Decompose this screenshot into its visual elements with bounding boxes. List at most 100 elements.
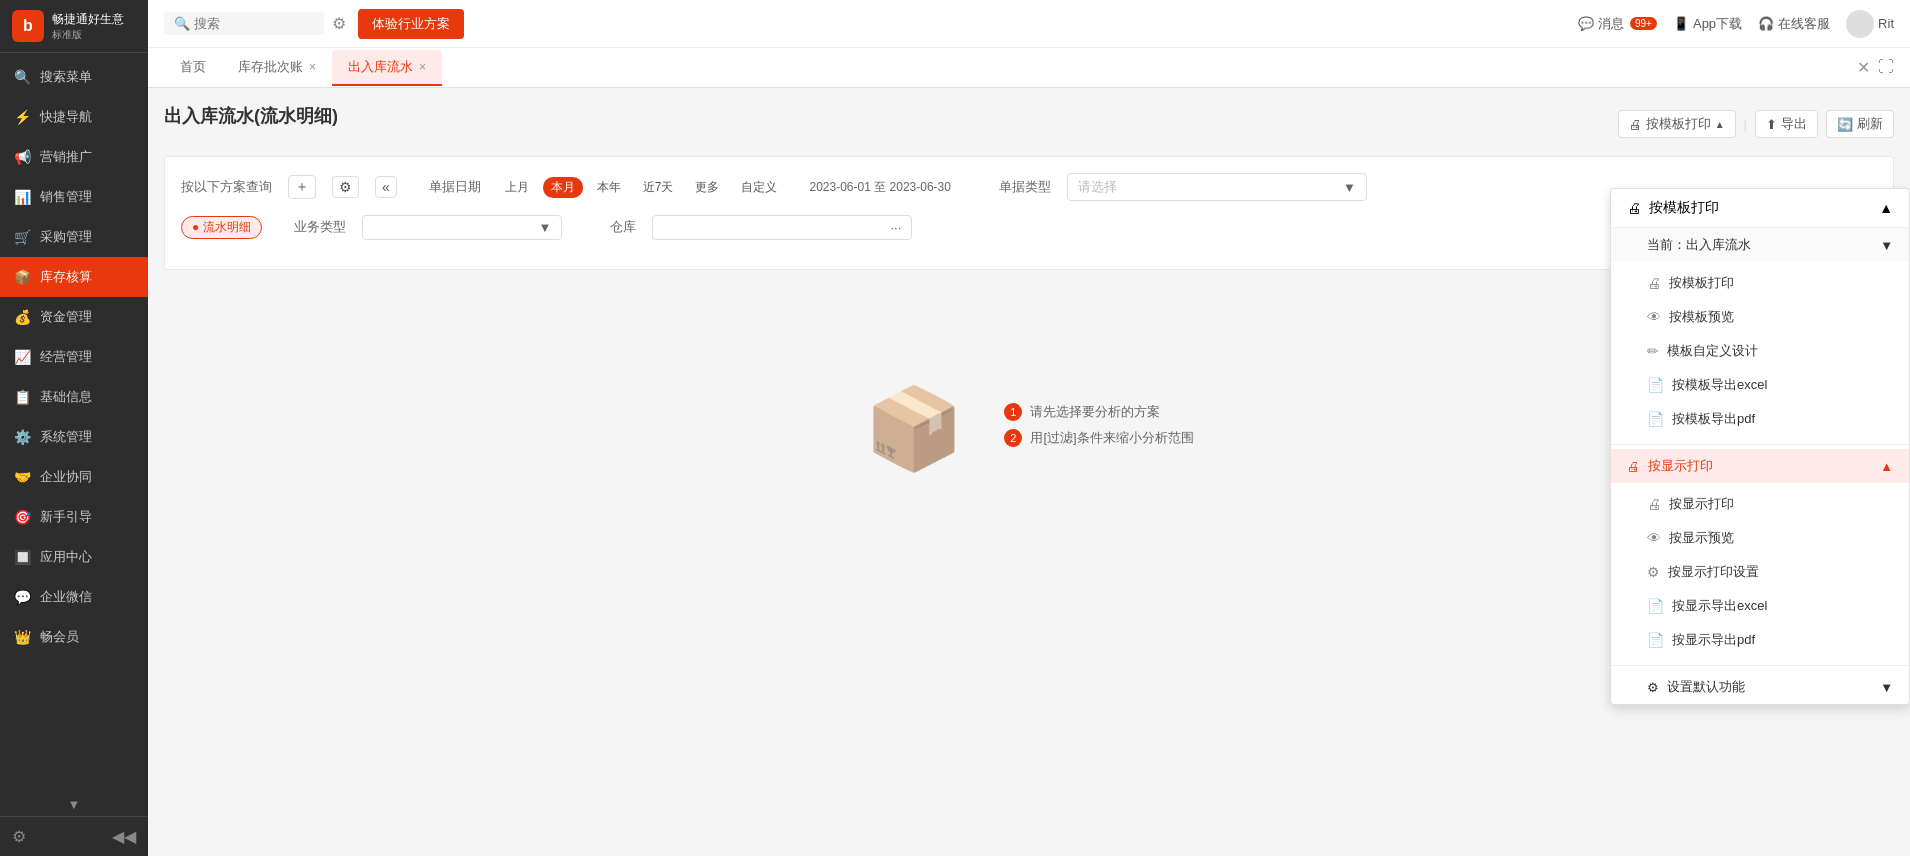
empty-step-1: 1 请先选择要分析的方案 — [1004, 403, 1193, 421]
date-opt-more[interactable]: 更多 — [687, 177, 727, 198]
sidebar: b 畅捷通好生意 标准版 🔍 搜索菜单 ⚡ 快捷导航 📢 营销推广 📊 销售管理… — [0, 0, 148, 856]
sidebar-item-sales[interactable]: 📊 销售管理 — [0, 177, 148, 217]
collab-icon: 🤝 — [12, 467, 32, 487]
collapse-filter-button[interactable]: « — [375, 176, 397, 198]
biz-type-select[interactable]: ▼ — [362, 215, 562, 240]
chevron-down-icon: ▼ — [1343, 180, 1356, 195]
chevron-up-icon: ▲ — [1715, 119, 1725, 130]
inventory-icon: 📦 — [12, 267, 32, 287]
online-service-button[interactable]: 🎧 在线客服 — [1758, 15, 1830, 33]
dropdown-display-print[interactable]: 🖨 按显示打印 — [1611, 487, 1909, 521]
warehouse-select[interactable]: ··· — [652, 215, 912, 240]
system-icon: ⚙️ — [12, 427, 32, 447]
message-icon: 💬 — [1578, 16, 1594, 31]
display-group-icon: 🖨 — [1627, 459, 1640, 474]
sidebar-item-marketing[interactable]: 📢 营销推广 — [0, 137, 148, 177]
sidebar-bottom: ⚙ ◀◀ — [0, 816, 148, 856]
dropdown-template-pdf[interactable]: 📄 按模板导出pdf — [1611, 402, 1909, 436]
settings-bottom-icon[interactable]: ⚙ — [12, 827, 26, 846]
add-filter-button[interactable]: ＋ — [288, 175, 316, 199]
sidebar-item-search[interactable]: 🔍 搜索菜单 — [0, 57, 148, 97]
sidebar-scroll-down[interactable]: ▼ — [0, 793, 148, 816]
sidebar-item-wechat[interactable]: 💬 企业微信 — [0, 577, 148, 617]
date-opt-thismonth[interactable]: 本月 — [543, 177, 583, 198]
refresh-icon: 🔄 — [1837, 117, 1853, 132]
maximize-window-icon[interactable]: ⛶ — [1878, 58, 1894, 77]
doc-type-select[interactable]: 请选择 ▼ — [1067, 173, 1367, 201]
tab-home[interactable]: 首页 — [164, 50, 222, 86]
sidebar-item-operations[interactable]: 📈 经营管理 — [0, 337, 148, 377]
guide-icon: 🎯 — [12, 507, 32, 527]
tab-batch[interactable]: 库存批次账 × — [222, 50, 332, 86]
sidebar-item-inventory[interactable]: 📦 库存核算 — [0, 257, 148, 297]
search-icon-topbar: 🔍 — [174, 16, 190, 31]
pdf-icon-2: 📄 — [1647, 632, 1664, 648]
settings-filter-button[interactable]: ⚙ — [332, 176, 359, 198]
headset-icon: 🎧 — [1758, 16, 1774, 31]
sidebar-item-finance[interactable]: 💰 资金管理 — [0, 297, 148, 337]
message-button[interactable]: 💬 消息 99+ — [1578, 15, 1657, 33]
dropdown-display-excel[interactable]: 📄 按显示导出excel — [1611, 589, 1909, 623]
warehouse-label: 仓库 — [610, 218, 636, 236]
print-icon-1: 🖨 — [1647, 275, 1661, 291]
date-opt-7days[interactable]: 近7天 — [635, 177, 682, 198]
finance-icon: 💰 — [12, 307, 32, 327]
quicknav-icon: ⚡ — [12, 107, 32, 127]
step-2-number: 2 — [1004, 429, 1022, 447]
dropdown-divider — [1611, 444, 1909, 445]
sidebar-item-quicknav[interactable]: ⚡ 快捷导航 — [0, 97, 148, 137]
chevron-up-dropdown-icon[interactable]: ▲ — [1879, 200, 1893, 216]
sidebar-logo: b 畅捷通好生意 标准版 — [0, 0, 148, 53]
printer-dropdown-icon: 🖨 — [1627, 200, 1641, 216]
gear-icon[interactable]: ⚙ — [332, 14, 346, 33]
date-opt-custom[interactable]: 自定义 — [733, 177, 785, 198]
main-area: 🔍 ⚙ 体验行业方案 💬 消息 99+ 📱 App下载 🎧 在线客服 Rit — [148, 0, 1910, 856]
chevron-down-current-icon: ▼ — [1880, 238, 1893, 253]
sidebar-item-purchase[interactable]: 🛒 采购管理 — [0, 217, 148, 257]
app-logo-icon: b — [12, 10, 44, 42]
default-icon: ⚙ — [1647, 680, 1659, 695]
filter-tag-icon: ● — [192, 220, 199, 234]
dropdown-display-group-header[interactable]: 🖨 按显示打印 ▲ — [1611, 449, 1909, 483]
filter-tag-detail[interactable]: ● 流水明细 — [181, 216, 262, 239]
trial-button[interactable]: 体验行业方案 — [358, 9, 464, 39]
sidebar-item-basic[interactable]: 📋 基础信息 — [0, 377, 148, 417]
dropdown-display-preview[interactable]: 👁 按显示预览 — [1611, 521, 1909, 555]
doc-type-label: 单据类型 — [999, 178, 1051, 196]
custom-icon: ✏ — [1647, 343, 1659, 359]
date-opt-lastmonth[interactable]: 上月 — [497, 177, 537, 198]
empty-step-2: 2 用[过滤]条件来缩小分析范围 — [1004, 429, 1193, 447]
dropdown-display-pdf[interactable]: 📄 按显示导出pdf — [1611, 623, 1909, 657]
sidebar-item-guide[interactable]: 🎯 新手引导 — [0, 497, 148, 537]
export-button[interactable]: ⬆ 导出 — [1755, 110, 1818, 138]
dropdown-template-preview[interactable]: 👁 按模板预览 — [1611, 300, 1909, 334]
close-window-icon[interactable]: ✕ — [1857, 58, 1870, 77]
search-bar[interactable]: 🔍 — [164, 12, 324, 35]
dropdown-display-settings[interactable]: ⚙ 按显示打印设置 — [1611, 555, 1909, 589]
app-download-button[interactable]: 📱 App下载 — [1673, 15, 1742, 33]
search-input[interactable] — [194, 16, 314, 31]
tab-flow-close[interactable]: × — [419, 60, 426, 74]
dropdown-template-custom[interactable]: ✏ 模板自定义设计 — [1611, 334, 1909, 368]
date-opt-thisyear[interactable]: 本年 — [589, 177, 629, 198]
dropdown-template-print[interactable]: 🖨 按模板打印 — [1611, 266, 1909, 300]
tab-batch-close[interactable]: × — [309, 60, 316, 74]
dropdown-header: 🖨 按模板打印 ▲ — [1611, 189, 1909, 228]
sidebar-item-collab[interactable]: 🤝 企业协同 — [0, 457, 148, 497]
dropdown-set-default[interactable]: ⚙ 设置默认功能 ▼ — [1611, 670, 1909, 704]
print-template-button[interactable]: 🖨 按模板打印 ▲ — [1618, 110, 1736, 138]
wechat-icon: 💬 — [12, 587, 32, 607]
sidebar-item-apps[interactable]: 🔲 应用中心 — [0, 537, 148, 577]
sidebar-item-member[interactable]: 👑 畅会员 — [0, 617, 148, 657]
sidebar-item-system[interactable]: ⚙️ 系统管理 — [0, 417, 148, 457]
tab-flow[interactable]: 出入库流水 × — [332, 50, 442, 86]
date-options: 上月 本月 本年 近7天 更多 自定义 — [497, 177, 786, 198]
chevron-up-group-icon: ▲ — [1880, 459, 1893, 474]
printer-icon: 🖨 — [1629, 117, 1642, 132]
user-avatar-area[interactable]: Rit — [1846, 10, 1894, 38]
step-1-number: 1 — [1004, 403, 1022, 421]
dropdown-template-excel[interactable]: 📄 按模板导出excel — [1611, 368, 1909, 402]
collapse-sidebar-icon[interactable]: ◀◀ — [112, 827, 136, 846]
refresh-button[interactable]: 🔄 刷新 — [1826, 110, 1894, 138]
export-icon: ⬆ — [1766, 117, 1777, 132]
